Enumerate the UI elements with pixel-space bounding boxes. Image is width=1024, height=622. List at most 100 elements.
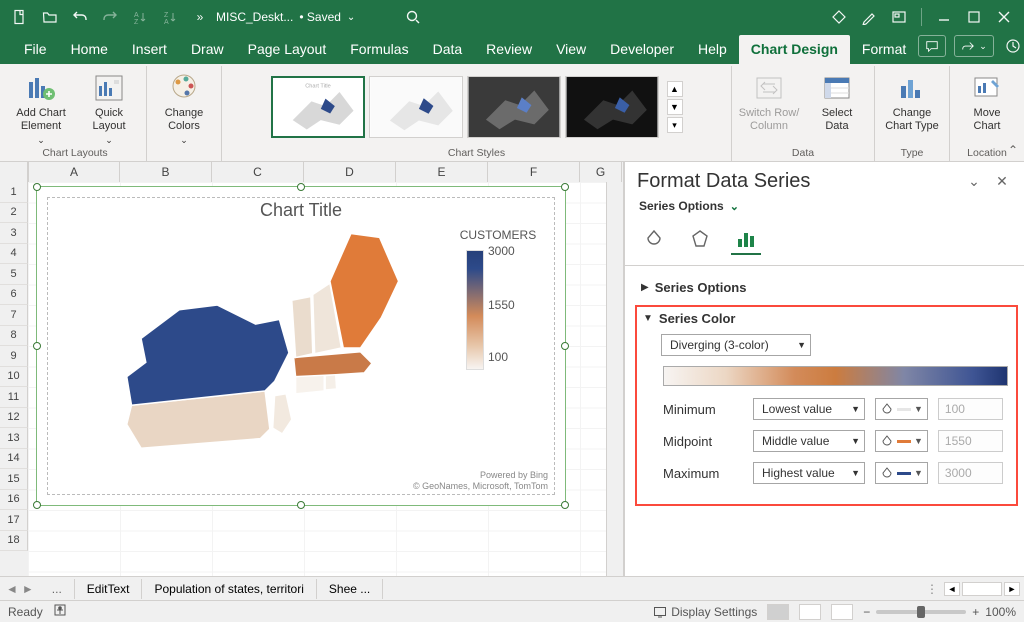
tab-formulas[interactable]: Formulas: [338, 35, 420, 64]
move-chart-button[interactable]: Move Chart: [956, 68, 1018, 132]
resize-handle[interactable]: [561, 342, 569, 350]
series-color-fold[interactable]: ▼Series Color: [643, 311, 1010, 326]
hscroll-left-icon[interactable]: ◄: [944, 582, 960, 596]
select-data-button[interactable]: Select Data: [806, 68, 868, 132]
embedded-chart[interactable]: Chart Title: [36, 186, 566, 506]
normal-view-icon[interactable]: [767, 604, 789, 620]
row-6[interactable]: 6: [0, 285, 28, 306]
hscroll-right-icon[interactable]: ►: [1004, 582, 1020, 596]
page-break-view-icon[interactable]: [831, 604, 853, 620]
tab-draw[interactable]: Draw: [179, 35, 236, 64]
col-C[interactable]: C: [212, 162, 304, 182]
comments-icon[interactable]: [918, 35, 946, 57]
chart-style-4[interactable]: [565, 76, 659, 138]
row-9[interactable]: 9: [0, 346, 28, 367]
change-colors-button[interactable]: Change Colors ⌄: [153, 68, 215, 146]
sheet-nav-prev-icon[interactable]: ◄: [6, 582, 18, 596]
row-15[interactable]: 15: [0, 469, 28, 490]
resize-handle[interactable]: [561, 501, 569, 509]
chart-style-1[interactable]: Chart Title: [271, 76, 365, 138]
tab-home[interactable]: Home: [59, 35, 120, 64]
accessibility-icon[interactable]: [53, 603, 67, 620]
col-E[interactable]: E: [396, 162, 488, 182]
redo-icon[interactable]: [96, 3, 124, 31]
open-file-icon[interactable]: [36, 3, 64, 31]
sort-desc-icon[interactable]: ZA: [156, 3, 184, 31]
row-12[interactable]: 12: [0, 408, 28, 429]
more-qat-icon[interactable]: »: [186, 3, 214, 31]
tab-format[interactable]: Format: [850, 35, 918, 64]
select-all-corner[interactable]: [0, 162, 28, 182]
chart-style-2[interactable]: [369, 76, 463, 138]
row-5[interactable]: 5: [0, 264, 28, 285]
color-type-dropdown[interactable]: Diverging (3-color)▼: [661, 334, 811, 356]
window-icon[interactable]: [885, 3, 913, 31]
sheet-tab-more[interactable]: ...: [40, 579, 75, 599]
clock-icon[interactable]: [1002, 32, 1024, 60]
pen-icon[interactable]: [855, 3, 883, 31]
save-dropdown-icon[interactable]: ⌄: [347, 12, 355, 23]
vertical-scrollbar[interactable]: [606, 182, 623, 576]
resize-handle[interactable]: [297, 501, 305, 509]
row-10[interactable]: 10: [0, 367, 28, 388]
row-11[interactable]: 11: [0, 387, 28, 408]
resize-handle[interactable]: [297, 183, 305, 191]
gradient-preview[interactable]: [663, 366, 1008, 386]
sheet-tab-edittext[interactable]: EditText: [75, 579, 143, 599]
row-18[interactable]: 18: [0, 531, 28, 552]
series-options-fold[interactable]: ▶Series Options: [641, 280, 1018, 295]
tab-file[interactable]: File: [12, 35, 59, 64]
zoom-out-icon[interactable]: −: [863, 605, 870, 619]
diamond-icon[interactable]: [825, 3, 853, 31]
styles-up-icon[interactable]: ▲: [667, 81, 683, 97]
fill-outline-tab-icon[interactable]: [639, 225, 669, 255]
display-settings-button[interactable]: Display Settings: [653, 605, 757, 619]
undo-icon[interactable]: [66, 3, 94, 31]
pane-subtitle[interactable]: Series Options: [639, 199, 724, 213]
row-3[interactable]: 3: [0, 223, 28, 244]
sort-asc-icon[interactable]: AZ: [126, 3, 154, 31]
pane-close-icon[interactable]: ✕: [992, 172, 1012, 192]
chevron-down-icon[interactable]: ⌄: [730, 200, 739, 213]
close-icon[interactable]: [990, 3, 1018, 31]
resize-handle[interactable]: [33, 342, 41, 350]
row-17[interactable]: 17: [0, 510, 28, 531]
tab-help[interactable]: Help: [686, 35, 739, 64]
pane-options-icon[interactable]: ⌄: [964, 172, 984, 192]
add-chart-element-button[interactable]: Add Chart Element ⌄: [10, 68, 72, 146]
minimum-dropdown[interactable]: Lowest value▼: [753, 398, 865, 420]
hscroll-track[interactable]: [962, 582, 1002, 596]
tab-page-layout[interactable]: Page Layout: [236, 35, 339, 64]
map-plot-area[interactable]: [58, 224, 434, 472]
resize-handle[interactable]: [33, 183, 41, 191]
row-1[interactable]: 1: [0, 182, 28, 203]
maximize-icon[interactable]: [960, 3, 988, 31]
collapse-ribbon-icon[interactable]: ⌃: [1008, 143, 1018, 157]
col-F[interactable]: F: [488, 162, 580, 182]
col-B[interactable]: B: [120, 162, 212, 182]
maximum-color-button[interactable]: ▼: [875, 462, 928, 484]
tab-view[interactable]: View: [544, 35, 598, 64]
midpoint-dropdown[interactable]: Middle value▼: [753, 430, 865, 452]
col-G[interactable]: G: [580, 162, 622, 182]
page-layout-view-icon[interactable]: [799, 604, 821, 620]
search-icon[interactable]: [399, 3, 427, 31]
tab-developer[interactable]: Developer: [598, 35, 686, 64]
tab-chart-design[interactable]: Chart Design: [739, 35, 850, 64]
zoom-level[interactable]: 100%: [985, 605, 1016, 619]
save-state[interactable]: • Saved: [299, 10, 341, 24]
styles-down-icon[interactable]: ▼: [667, 99, 683, 115]
series-options-tab-icon[interactable]: [731, 225, 761, 255]
zoom-in-icon[interactable]: +: [972, 605, 979, 619]
col-A[interactable]: A: [28, 162, 120, 182]
cell-grid[interactable]: Chart Title: [28, 182, 606, 576]
resize-handle[interactable]: [33, 501, 41, 509]
row-13[interactable]: 13: [0, 428, 28, 449]
sheet-tab-shee[interactable]: Shee ...: [317, 579, 383, 599]
sheet-nav-next-icon[interactable]: ►: [22, 582, 34, 596]
maximum-dropdown[interactable]: Highest value▼: [753, 462, 865, 484]
sheet-tab-population[interactable]: Population of states, territori: [142, 579, 316, 599]
row-7[interactable]: 7: [0, 305, 28, 326]
quick-layout-button[interactable]: Quick Layout ⌄: [78, 68, 140, 146]
row-2[interactable]: 2: [0, 203, 28, 224]
